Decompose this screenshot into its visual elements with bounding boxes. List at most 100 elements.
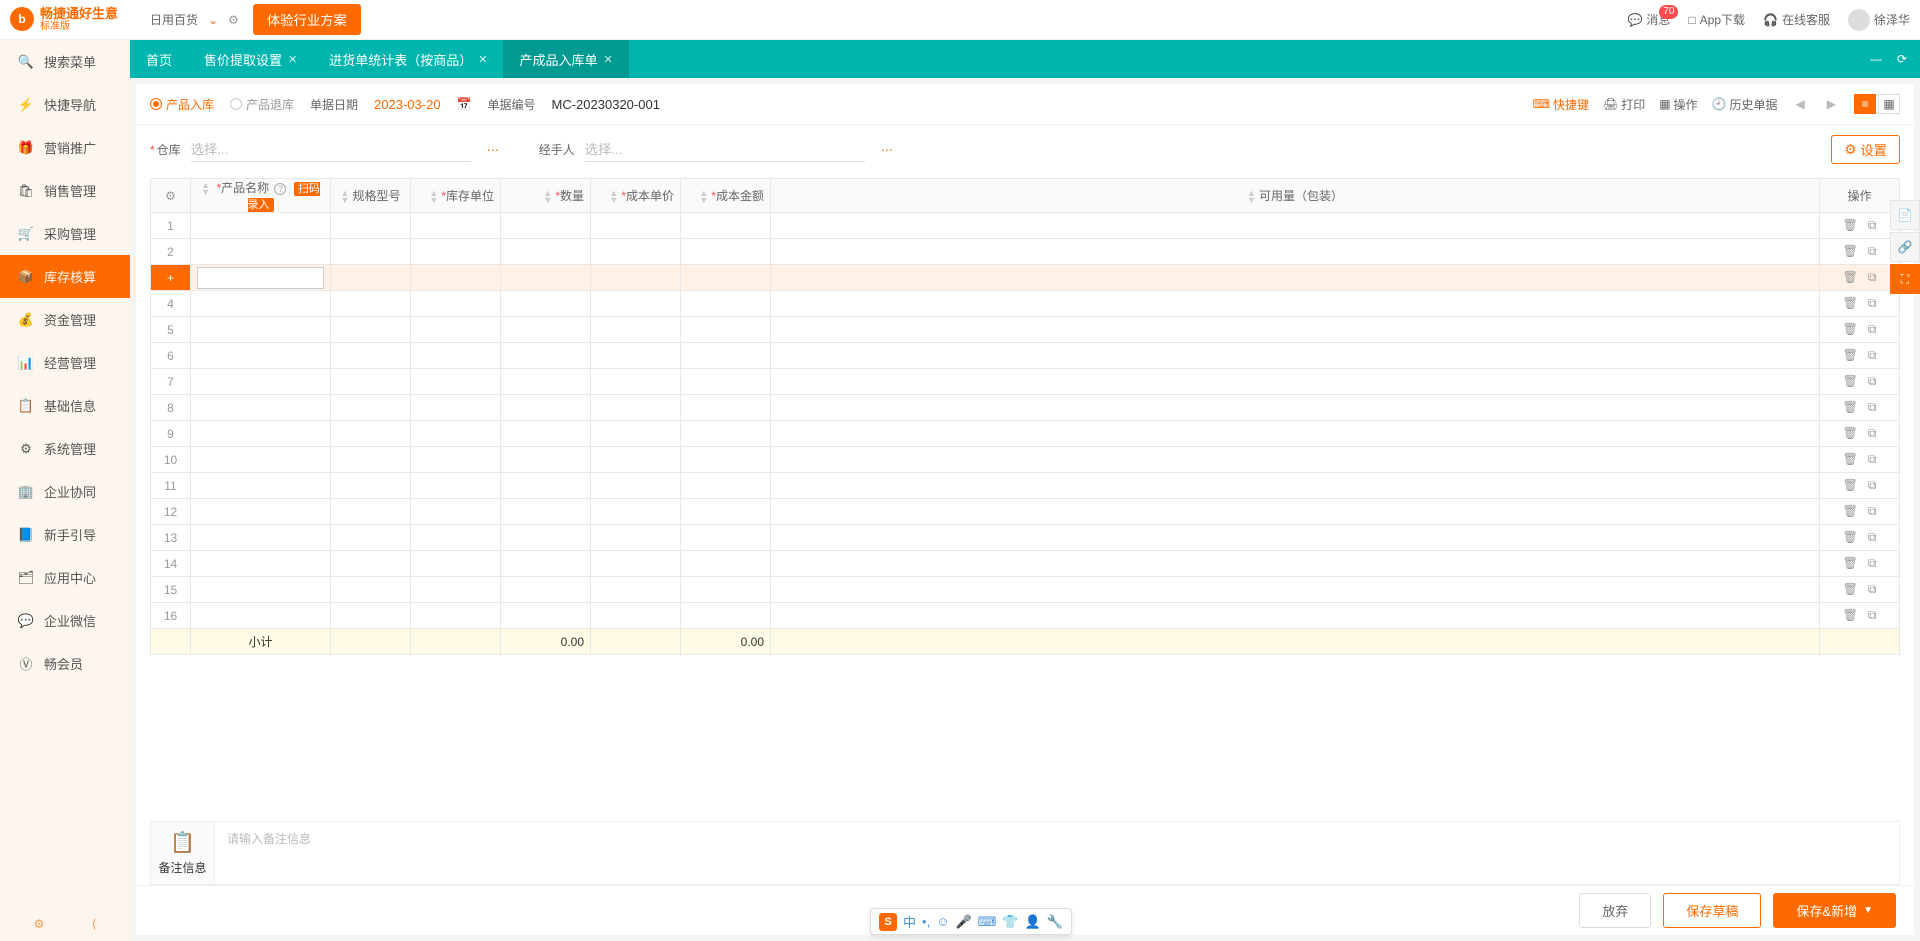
cell-unit[interactable]: [411, 317, 501, 343]
table-row[interactable]: 15🗑⧉: [151, 577, 1900, 603]
product-input[interactable]: [197, 267, 324, 289]
sidebar-item-7[interactable]: 📊经营管理: [0, 341, 130, 384]
cell-product[interactable]: [191, 603, 331, 629]
sidebar-item-9[interactable]: ⚙系统管理: [0, 427, 130, 470]
sidebar-item-8[interactable]: 📋基础信息: [0, 384, 130, 427]
cell-qty[interactable]: [501, 265, 591, 291]
cell-qty[interactable]: [501, 239, 591, 265]
calendar-icon[interactable]: 📅: [457, 97, 472, 111]
sidebar-item-13[interactable]: 💬企业微信: [0, 599, 130, 642]
warehouse-input[interactable]: [191, 138, 471, 162]
copy-row-icon[interactable]: ⧉: [1868, 348, 1877, 363]
delete-row-icon[interactable]: 🗑: [1843, 348, 1858, 363]
cell-amount[interactable]: [681, 395, 771, 421]
table-row[interactable]: 5🗑⧉: [151, 317, 1900, 343]
col-product[interactable]: ▲▼ *产品名称 ? 扫码录入: [191, 179, 331, 213]
table-row[interactable]: 16🗑⧉: [151, 603, 1900, 629]
cell-amount[interactable]: [681, 265, 771, 291]
table-row[interactable]: 12🗑⧉: [151, 499, 1900, 525]
cell-price[interactable]: [591, 317, 681, 343]
close-icon[interactable]: ✕: [478, 53, 487, 66]
cell-price[interactable]: [591, 239, 681, 265]
cell-product[interactable]: [191, 577, 331, 603]
cell-available[interactable]: [771, 343, 1820, 369]
cell-spec[interactable]: [331, 213, 411, 239]
copy-row-icon[interactable]: ⧉: [1868, 270, 1877, 285]
cell-spec[interactable]: [331, 499, 411, 525]
cell-product[interactable]: [191, 317, 331, 343]
copy-row-icon[interactable]: ⧉: [1868, 556, 1877, 571]
cell-available[interactable]: [771, 213, 1820, 239]
cell-spec[interactable]: [331, 291, 411, 317]
cell-available[interactable]: [771, 265, 1820, 291]
table-row[interactable]: 1🗑⧉: [151, 213, 1900, 239]
table-row[interactable]: 10🗑⧉: [151, 447, 1900, 473]
ime-user-icon[interactable]: 👤: [1025, 914, 1041, 930]
cell-spec[interactable]: [331, 395, 411, 421]
cell-price[interactable]: [591, 395, 681, 421]
cell-product[interactable]: [191, 525, 331, 551]
cell-qty[interactable]: [501, 395, 591, 421]
cell-product[interactable]: [191, 499, 331, 525]
cell-available[interactable]: [771, 291, 1820, 317]
shortcut-button[interactable]: ⌨快捷键: [1533, 96, 1589, 113]
cell-spec[interactable]: [331, 343, 411, 369]
cell-spec[interactable]: [331, 317, 411, 343]
copy-row-icon[interactable]: ⧉: [1868, 608, 1877, 623]
cell-spec[interactable]: [331, 369, 411, 395]
cell-available[interactable]: [771, 577, 1820, 603]
remark-input[interactable]: [215, 822, 1899, 884]
cell-qty[interactable]: [501, 551, 591, 577]
ime-mic-icon[interactable]: 🎤: [955, 914, 971, 930]
cell-price[interactable]: [591, 421, 681, 447]
sidebar-item-10[interactable]: 🏢企业协同: [0, 470, 130, 513]
cell-unit[interactable]: [411, 525, 501, 551]
remark-tab[interactable]: 📋 备注信息: [151, 822, 215, 884]
view-list-button[interactable]: ≡: [1854, 94, 1876, 114]
save-draft-button[interactable]: 保存草稿: [1663, 893, 1761, 928]
sidebar-item-0[interactable]: 🔍搜索菜单: [0, 40, 130, 83]
cell-amount[interactable]: [681, 525, 771, 551]
sidebar-item-5[interactable]: 📦库存核算: [0, 255, 130, 298]
view-card-button[interactable]: ▦: [1878, 94, 1900, 114]
print-button[interactable]: 🖨打印: [1603, 96, 1645, 113]
sidebar-item-2[interactable]: 🎁营销推广: [0, 126, 130, 169]
table-row[interactable]: 9🗑⧉: [151, 421, 1900, 447]
cell-unit[interactable]: [411, 291, 501, 317]
cell-available[interactable]: [771, 525, 1820, 551]
help-icon[interactable]: ?: [274, 183, 286, 195]
cell-amount[interactable]: [681, 239, 771, 265]
delete-row-icon[interactable]: 🗑: [1843, 400, 1858, 415]
add-row-icon[interactable]: +: [163, 270, 179, 286]
cell-unit[interactable]: [411, 213, 501, 239]
mode-out-radio[interactable]: 产品退库: [230, 96, 294, 113]
ime-emoji-icon[interactable]: ☺: [936, 914, 949, 929]
cell-product[interactable]: [191, 395, 331, 421]
tab-minimize[interactable]: —: [1864, 47, 1888, 71]
col-unit[interactable]: ▲▼*库存单位: [411, 179, 501, 213]
ime-punct-icon[interactable]: •,: [922, 914, 930, 929]
delete-row-icon[interactable]: 🗑: [1843, 270, 1858, 285]
table-row[interactable]: 4🗑⧉: [151, 291, 1900, 317]
table-row[interactable]: 6🗑⧉: [151, 343, 1900, 369]
cell-price[interactable]: [591, 603, 681, 629]
delete-row-icon[interactable]: 🗑: [1843, 504, 1858, 519]
ime-skin-icon[interactable]: 👕: [1002, 914, 1018, 930]
user-menu[interactable]: 徐泽华: [1848, 9, 1910, 31]
cell-unit[interactable]: [411, 239, 501, 265]
cell-qty[interactable]: [501, 291, 591, 317]
sidebar-item-1[interactable]: ⚡快捷导航: [0, 83, 130, 126]
copy-row-icon[interactable]: ⧉: [1868, 296, 1877, 311]
col-amount[interactable]: ▲▼*成本金额: [681, 179, 771, 213]
cell-amount[interactable]: [681, 343, 771, 369]
next-doc-button[interactable]: ▶: [1823, 97, 1840, 111]
cell-spec[interactable]: [331, 473, 411, 499]
copy-row-icon[interactable]: ⧉: [1868, 400, 1877, 415]
cell-price[interactable]: [591, 265, 681, 291]
cell-price[interactable]: [591, 551, 681, 577]
col-spec[interactable]: ▲▼规格型号: [331, 179, 411, 213]
table-row[interactable]: 14🗑⧉: [151, 551, 1900, 577]
cell-unit[interactable]: [411, 551, 501, 577]
cell-available[interactable]: [771, 551, 1820, 577]
cell-unit[interactable]: [411, 499, 501, 525]
